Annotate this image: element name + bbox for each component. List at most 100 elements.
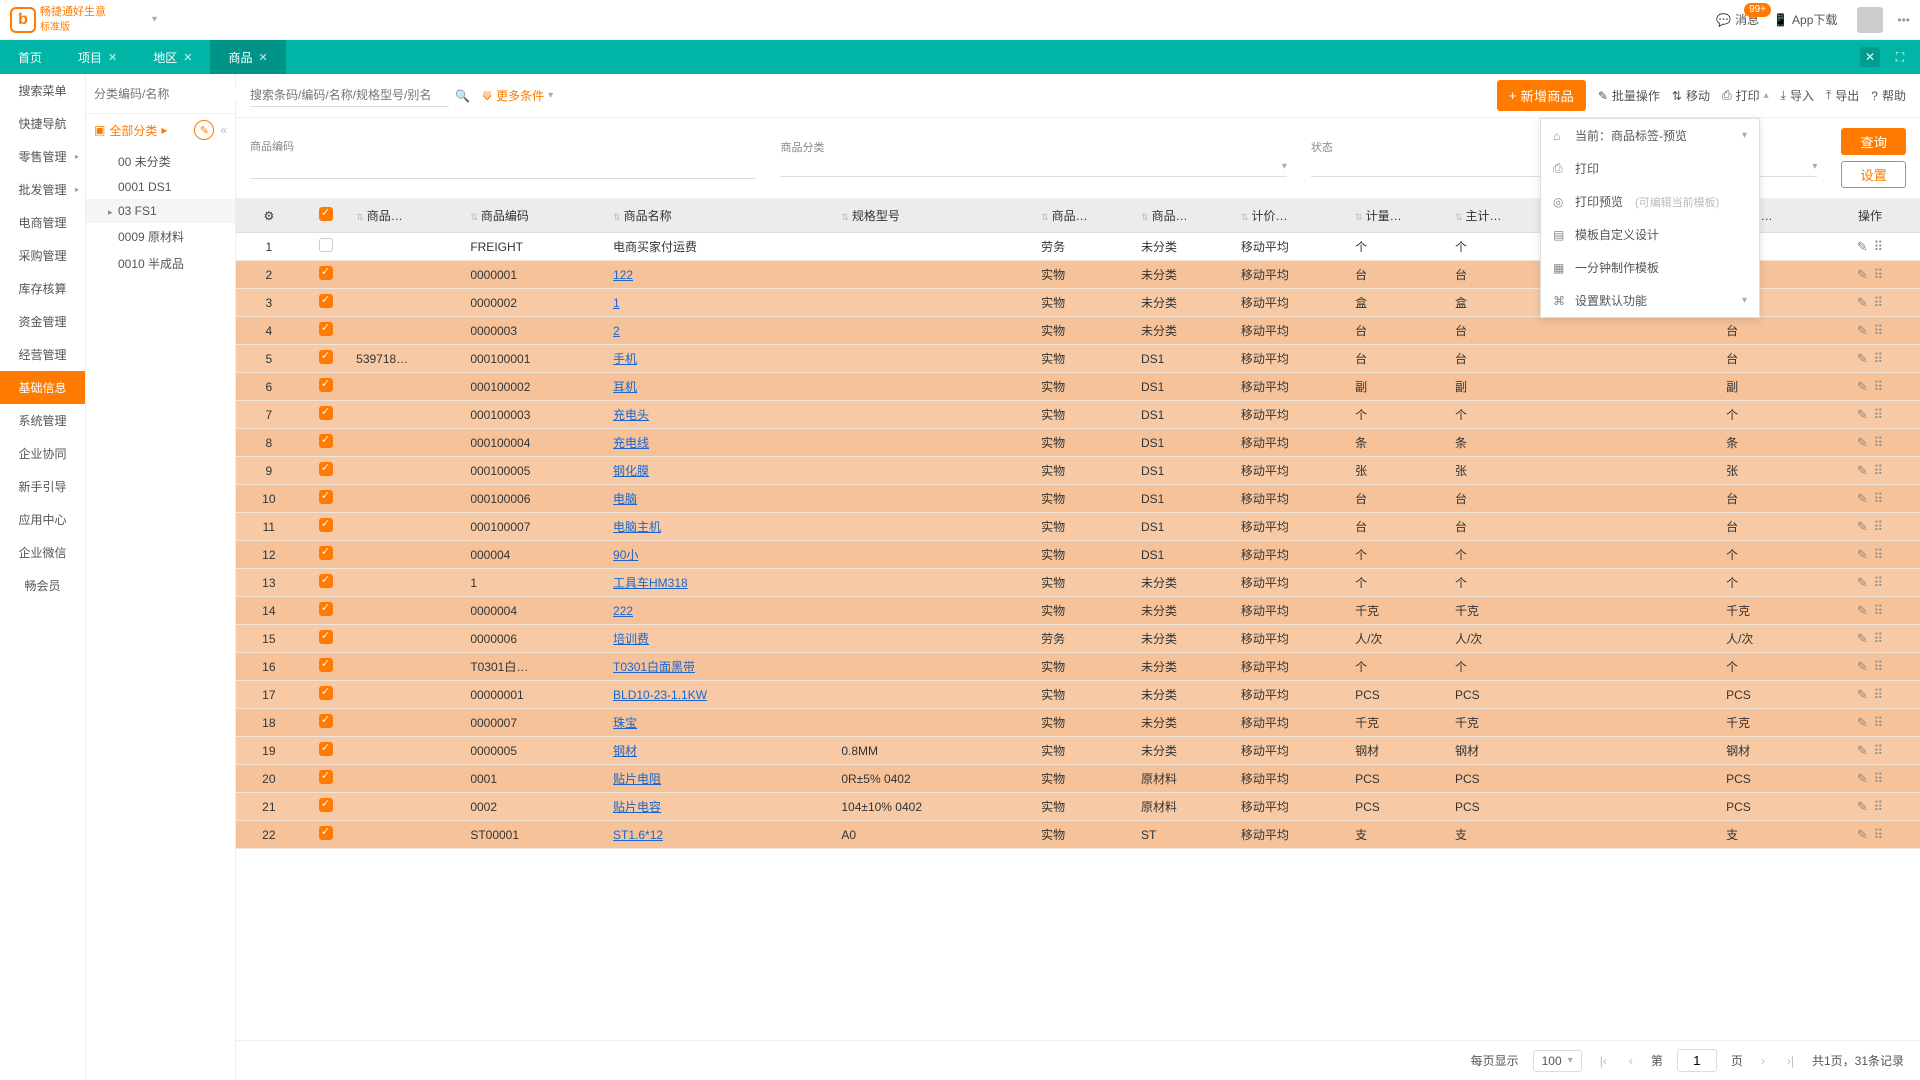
edit-row-icon[interactable]: ✎ — [1857, 351, 1868, 366]
more-row-icon[interactable]: ⠿ — [1874, 659, 1884, 674]
batch-ops-button[interactable]: ✎批量操作 — [1598, 87, 1660, 104]
close-icon[interactable]: ✕ — [183, 51, 192, 64]
product-code-input[interactable] — [250, 156, 756, 179]
last-page-button[interactable]: ›| — [1783, 1054, 1798, 1068]
edit-row-icon[interactable]: ✎ — [1857, 379, 1868, 394]
row-checkbox[interactable] — [319, 266, 333, 280]
row-checkbox[interactable] — [319, 350, 333, 364]
product-name-link[interactable]: 耳机 — [613, 380, 637, 394]
sidebar-item-11[interactable]: 企业协同 — [0, 437, 85, 470]
category-item-3[interactable]: 0009 原材料 — [86, 223, 235, 250]
table-row[interactable]: 400000032实物未分类移动平均台台台✎⠿ — [236, 317, 1920, 345]
prev-page-button[interactable]: ‹ — [1625, 1054, 1637, 1068]
move-button[interactable]: ⇅移动 — [1672, 87, 1710, 104]
sidebar-item-14[interactable]: 企业微信 — [0, 536, 85, 569]
category-item-0[interactable]: 00 未分类 — [86, 148, 235, 175]
row-checkbox[interactable] — [319, 742, 333, 756]
sort-icon[interactable]: ⇅ — [356, 212, 364, 222]
dropdown-item-2[interactable]: ◎打印预览(可编辑当前模板) — [1541, 185, 1759, 218]
row-checkbox[interactable] — [319, 630, 333, 644]
product-name-link[interactable]: 钢化膜 — [613, 464, 649, 478]
edit-row-icon[interactable]: ✎ — [1857, 799, 1868, 814]
edit-row-icon[interactable]: ✎ — [1857, 407, 1868, 422]
row-checkbox[interactable] — [319, 294, 333, 308]
edit-row-icon[interactable]: ✎ — [1857, 239, 1868, 254]
dropdown-item-3[interactable]: ▤模板自定义设计 — [1541, 218, 1759, 251]
company-selector[interactable]: ▾ — [146, 14, 157, 25]
th-8[interactable]: ⇅计价… — [1235, 199, 1349, 233]
edit-row-icon[interactable]: ✎ — [1857, 519, 1868, 534]
sort-icon[interactable]: ⇅ — [470, 212, 478, 222]
avatar[interactable] — [1857, 7, 1883, 33]
sidebar-item-7[interactable]: 资金管理 — [0, 305, 85, 338]
close-icon[interactable]: ✕ — [108, 51, 117, 64]
product-name-link[interactable]: 充电线 — [613, 436, 649, 450]
more-row-icon[interactable]: ⠿ — [1874, 267, 1884, 282]
row-checkbox[interactable] — [319, 602, 333, 616]
more-row-icon[interactable]: ⠿ — [1874, 435, 1884, 450]
table-row[interactable]: 180000007珠宝实物未分类移动平均千克千克千克✎⠿ — [236, 709, 1920, 737]
product-name-link[interactable]: 电脑 — [613, 492, 637, 506]
dropdown-item-5[interactable]: ⌘设置默认功能▾ — [1541, 284, 1759, 317]
more-row-icon[interactable]: ⠿ — [1874, 575, 1884, 590]
close-tabs-button[interactable]: ✕ — [1860, 47, 1880, 67]
query-button[interactable]: 查询 — [1841, 128, 1906, 155]
product-search-input[interactable] — [250, 84, 449, 107]
import-button[interactable]: ⤓导入 — [1781, 87, 1814, 104]
add-product-button[interactable]: + 新增商品 — [1497, 80, 1586, 111]
messages-button[interactable]: 💬 消息 99+ — [1716, 11, 1759, 28]
sidebar-item-13[interactable]: 应用中心 — [0, 503, 85, 536]
table-row[interactable]: 200001贴片电阻0R±5% 0402实物原材料移动平均PCSPCSPCS✎⠿ — [236, 765, 1920, 793]
export-button[interactable]: ⤒导出 — [1826, 87, 1859, 104]
more-row-icon[interactable]: ⠿ — [1874, 827, 1884, 842]
product-table-wrap[interactable]: ⚙⇅商品…⇅商品编码⇅商品名称⇅规格型号⇅商品…⇅商品…⇅计价…⇅计量…⇅主计…… — [236, 199, 1920, 1040]
sidebar-item-15[interactable]: 畅会员 — [0, 569, 85, 602]
first-page-button[interactable]: |‹ — [1596, 1054, 1611, 1068]
edit-row-icon[interactable]: ✎ — [1857, 267, 1868, 282]
search-icon[interactable]: 🔍 — [455, 89, 470, 103]
product-name-link[interactable]: 90小 — [613, 548, 638, 562]
sort-icon[interactable]: ⇅ — [1141, 212, 1149, 222]
edit-row-icon[interactable]: ✎ — [1857, 659, 1868, 674]
more-row-icon[interactable]: ⠿ — [1874, 799, 1884, 814]
edit-row-icon[interactable]: ✎ — [1857, 463, 1868, 478]
th-9[interactable]: ⇅计量… — [1349, 199, 1449, 233]
more-row-icon[interactable]: ⠿ — [1874, 379, 1884, 394]
fullscreen-icon[interactable]: ⛶ — [1890, 47, 1910, 67]
tab-1[interactable]: 项目✕ — [60, 40, 135, 74]
row-checkbox[interactable] — [319, 518, 333, 532]
row-checkbox[interactable] — [319, 490, 333, 504]
more-row-icon[interactable]: ⠿ — [1874, 743, 1884, 758]
row-checkbox[interactable] — [319, 406, 333, 420]
row-checkbox[interactable] — [319, 686, 333, 700]
table-row[interactable]: 1200000490小实物DS1移动平均个个个✎⠿ — [236, 541, 1920, 569]
row-checkbox[interactable] — [319, 574, 333, 588]
edit-row-icon[interactable]: ✎ — [1857, 771, 1868, 786]
product-name-link[interactable]: BLD10-23-1.1KW — [613, 688, 707, 702]
th-2[interactable]: ⇅商品… — [350, 199, 464, 233]
collapse-panel-button[interactable]: « — [220, 123, 227, 137]
product-name-link[interactable]: 1 — [613, 296, 620, 310]
sidebar-item-2[interactable]: 零售管理▸ — [0, 140, 85, 173]
sidebar-item-6[interactable]: 库存核算 — [0, 272, 85, 305]
sort-icon[interactable]: ⇅ — [1355, 212, 1363, 222]
table-row[interactable]: 10000100006电脑实物DS1移动平均台台台✎⠿ — [236, 485, 1920, 513]
per-page-select[interactable]: 100 ▾ — [1533, 1050, 1582, 1072]
th-5[interactable]: ⇅规格型号 — [835, 199, 1035, 233]
row-checkbox[interactable] — [319, 546, 333, 560]
print-button[interactable]: ⎙打印▴ — [1722, 87, 1769, 104]
product-name-link[interactable]: 钢材 — [613, 744, 637, 758]
th-3[interactable]: ⇅商品编码 — [464, 199, 607, 233]
product-name-link[interactable]: 222 — [613, 604, 633, 618]
table-row[interactable]: 1700000001BLD10-23-1.1KW实物未分类移动平均PCSPCSP… — [236, 681, 1920, 709]
row-checkbox[interactable] — [319, 798, 333, 812]
th-13[interactable]: 操作 — [1820, 199, 1920, 233]
category-item-1[interactable]: 0001 DS1 — [86, 175, 235, 199]
table-row[interactable]: 6000100002耳机实物DS1移动平均副副副✎⠿ — [236, 373, 1920, 401]
row-checkbox[interactable] — [319, 714, 333, 728]
dropdown-item-1[interactable]: ⎙打印 — [1541, 152, 1759, 185]
product-name-link[interactable]: 贴片电阻 — [613, 772, 661, 786]
settings-button[interactable]: 设置 — [1841, 161, 1906, 188]
table-row[interactable]: 210002贴片电容104±10% 0402实物原材料移动平均PCSPCSPCS… — [236, 793, 1920, 821]
product-name-link[interactable]: T0301白面黑带 — [613, 660, 695, 674]
